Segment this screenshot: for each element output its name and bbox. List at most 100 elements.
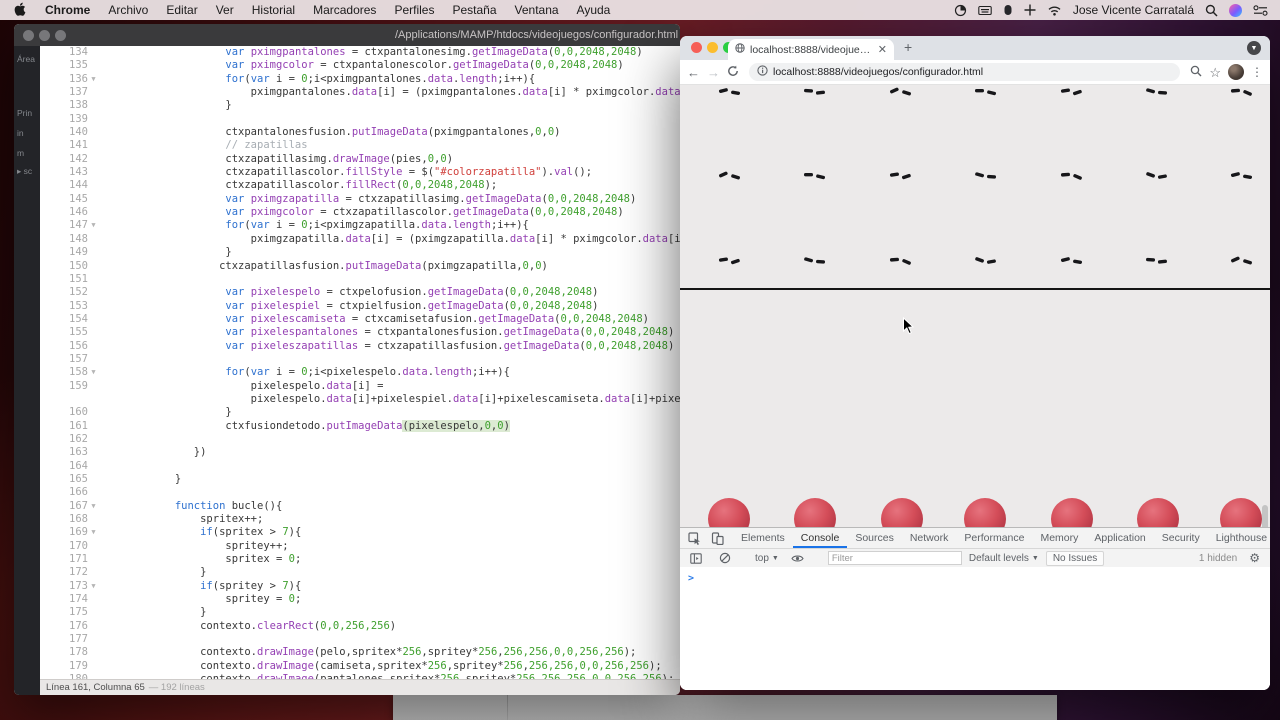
code-text: ctxpantalonesfusion.putImageData(pximgpa… [225, 126, 561, 139]
fold-arrow-icon[interactable]: ▼ [88, 73, 99, 86]
code-line: 173 ▼ if(spritey > 7){ [40, 580, 680, 593]
menu-item-archivo[interactable]: Archivo [99, 3, 157, 17]
code-line: 147 ▼ for(var i = 0;i<pximgzapatilla.data.… [40, 219, 680, 232]
new-tab-button[interactable]: + [904, 39, 912, 55]
bookmark-star-icon[interactable]: ☆ [1209, 66, 1221, 79]
devtools-tab-security[interactable]: Security [1154, 528, 1208, 548]
fold-gutter [88, 46, 99, 59]
code-editor[interactable]: 134 var pximgpantalones = ctxpantalonesim… [40, 46, 680, 680]
devtools-tab-console[interactable]: Console [793, 528, 848, 548]
menu-item-ver[interactable]: Ver [207, 3, 243, 17]
page-scrollbar[interactable] [1262, 505, 1268, 528]
menu-item-editar[interactable]: Editar [157, 3, 206, 17]
fold-gutter [88, 446, 99, 459]
browser-close-button[interactable] [691, 42, 702, 53]
sidebar-item[interactable]: Área [17, 54, 35, 64]
live-expression-eye-icon[interactable] [786, 554, 809, 563]
javascript-context-dropdown[interactable]: top ▼ [755, 553, 779, 564]
devtools-tab-memory[interactable]: Memory [1032, 528, 1086, 548]
sidebar-item[interactable]: in [17, 128, 24, 138]
menu-item-perfiles[interactable]: Perfiles [385, 3, 443, 17]
keyboard-icon[interactable] [978, 5, 992, 16]
devtools-tab-application[interactable]: Application [1086, 528, 1153, 548]
line-number: 139 [69, 112, 88, 125]
zoom-indicator-icon[interactable] [1190, 65, 1202, 79]
shoe-sprite [889, 172, 911, 180]
browser-window[interactable]: localhost:8888/videojuegos/c ✕ + ▼ ← → l… [680, 36, 1270, 690]
menu-item-chrome[interactable]: Chrome [36, 3, 99, 17]
profile-avatar[interactable] [1228, 64, 1244, 80]
fold-gutter [88, 353, 99, 366]
address-bar[interactable]: localhost:8888/videojuegos/configurador.… [749, 63, 1181, 81]
move-tool-icon[interactable] [1024, 4, 1036, 16]
inspect-element-icon[interactable] [683, 528, 706, 548]
console-filter-input[interactable] [827, 551, 962, 565]
devtools-tabs: Elements Console Sources Network Performance… [733, 528, 1270, 548]
devtools-tab-network[interactable]: Network [902, 528, 957, 548]
reload-button[interactable] [727, 65, 739, 79]
code-text: for(var i = 0;i<pximgpantalones.data.len… [225, 72, 536, 85]
line-number: 174 [69, 593, 88, 606]
editor-zoom-button[interactable] [55, 30, 66, 41]
fold-arrow-icon[interactable]: ▼ [88, 580, 99, 593]
tab-close-icon[interactable]: ✕ [878, 43, 887, 56]
devtools-tab-elements[interactable]: Elements [733, 528, 793, 548]
browser-minimize-button[interactable] [707, 42, 718, 53]
console-output[interactable]: > [680, 567, 1270, 690]
fold-gutter [88, 633, 99, 646]
editor-minimize-button[interactable] [39, 30, 50, 41]
editor-sidebar[interactable]: Área Prin in m ▸ sc [14, 46, 40, 695]
shoe-sprite [889, 87, 911, 96]
fold-arrow-icon[interactable]: ▼ [88, 500, 99, 513]
page-info-icon[interactable] [757, 65, 768, 79]
fold-arrow-icon[interactable]: ▼ [88, 526, 99, 539]
mouse-icon[interactable] [1003, 4, 1013, 16]
console-settings-gear-icon[interactable]: ⚙ [1244, 551, 1265, 565]
sidebar-item[interactable]: Prin [17, 108, 32, 118]
tab-search-button[interactable]: ▼ [1247, 41, 1261, 55]
clear-console-icon[interactable] [714, 552, 736, 564]
log-levels-dropdown[interactable]: Default levels ▼ [969, 553, 1039, 564]
fold-gutter [88, 473, 99, 486]
editor-titlebar[interactable]: /Applications/MAMP/htdocs/videojuegos/co… [14, 24, 680, 46]
line-number: 142 [69, 152, 88, 165]
back-button[interactable]: ← [687, 66, 700, 79]
sidebar-item[interactable]: ▸ sc [17, 166, 32, 177]
editor-window[interactable]: /Applications/MAMP/htdocs/videojuegos/co… [14, 24, 680, 695]
browser-tab[interactable]: localhost:8888/videojuegos/c ✕ [728, 39, 894, 60]
code-text: if(spritey > 7){ [200, 579, 302, 592]
menu-item-historial[interactable]: Historial [243, 3, 304, 17]
forward-button[interactable]: → [707, 66, 720, 79]
code-text: contexto.drawImage(pelo,spritex*256,spri… [200, 646, 637, 659]
siri-icon[interactable] [1229, 3, 1242, 17]
devtools-tab-lighthouse[interactable]: Lighthouse [1208, 528, 1270, 548]
devtools-tab-sources[interactable]: Sources [847, 528, 902, 548]
user-menu[interactable]: Jose Vicente Carratalá [1073, 3, 1194, 17]
menu-bar: Chrome Archivo Editar Ver Historial Marcadore… [0, 0, 1280, 20]
line-number: 175 [69, 606, 88, 619]
sidebar-item[interactable]: m [17, 148, 24, 158]
fold-gutter [88, 420, 99, 433]
fold-arrow-icon[interactable]: ▼ [88, 219, 99, 232]
console-sidebar-icon[interactable] [685, 552, 707, 564]
fold-arrow-icon[interactable]: ▼ [88, 366, 99, 379]
wifi-icon[interactable] [1047, 5, 1062, 16]
code-line: 175} [40, 606, 680, 619]
control-center-icon[interactable] [1253, 4, 1268, 16]
devtools-tab-performance[interactable]: Performance [956, 528, 1032, 548]
menu-item-ventana[interactable]: Ventana [506, 3, 568, 17]
code-text: contexto.drawImage(camiseta,spritex*256,… [200, 659, 662, 672]
no-issues-button[interactable]: No Issues [1045, 550, 1105, 566]
background-window[interactable] [393, 695, 1057, 720]
editor-close-button[interactable] [23, 30, 34, 41]
menu-item-pestaña[interactable]: Pestaña [443, 3, 505, 17]
browser-menu-icon[interactable]: ⋮ [1251, 65, 1263, 79]
menu-item-ayuda[interactable]: Ayuda [568, 3, 620, 17]
device-toolbar-icon[interactable] [706, 528, 729, 548]
apple-logo-icon[interactable] [14, 2, 26, 19]
fold-gutter [88, 193, 99, 206]
spotlight-search-icon[interactable] [1205, 4, 1218, 17]
menu-item-marcadores[interactable]: Marcadores [304, 3, 385, 17]
backup-status-icon[interactable] [954, 4, 967, 17]
console-prompt-chevron[interactable]: > [680, 567, 1270, 584]
